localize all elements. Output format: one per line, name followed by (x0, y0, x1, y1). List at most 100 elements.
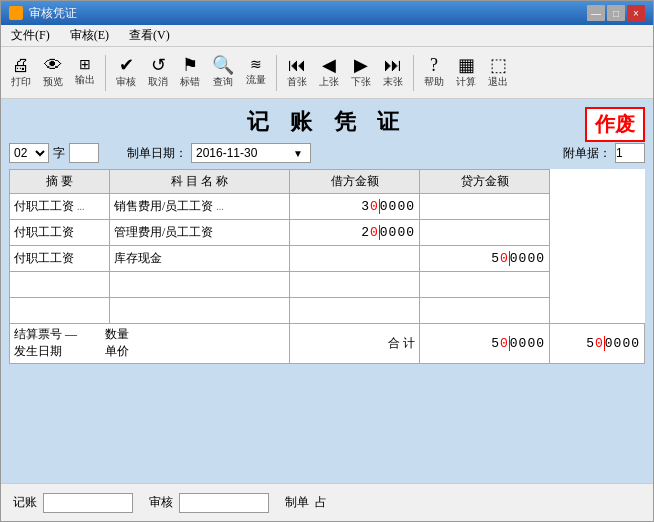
debit-cell: 300000 (290, 194, 420, 220)
footer-info-cell: 结算票号 — 发生日期 数量 单价 (10, 324, 290, 364)
voucher-title: 记 账 凭 证 (247, 107, 408, 137)
mark-error-button[interactable]: ⚑ 标错 (176, 54, 204, 91)
debit-cell: 200000 (290, 220, 420, 246)
zhidan-field: 制单 占 (285, 494, 327, 511)
title-bar: 审核凭证 — □ × (1, 1, 653, 25)
table-row (10, 298, 645, 324)
table-wrapper: 摘 要 科 目 名 称 借方金额 贷方金额 付职工工资 ... (9, 169, 645, 475)
total-credit-cell: 500000 (550, 324, 645, 364)
jie-dan-label: 结算票号 — (14, 326, 77, 343)
sep2 (276, 55, 277, 91)
summary-ellipsis[interactable]: ... (77, 201, 85, 212)
status-badge: 作废 (585, 107, 645, 142)
print-label: 打印 (11, 75, 31, 89)
menu-view[interactable]: 查看(V) (123, 26, 176, 45)
shenhei-field: 审核 (149, 493, 269, 513)
menu-audit[interactable]: 审核(E) (64, 26, 115, 45)
jizh-label: 记账 (13, 494, 37, 511)
debit-cell (290, 272, 420, 298)
debit-cell (290, 246, 420, 272)
prev-icon: ◀ (322, 56, 336, 74)
preview-icon: 👁 (44, 56, 62, 74)
debit-cell (290, 298, 420, 324)
cancel-icon: ↺ (151, 56, 166, 74)
subject-cell: 销售费用/员工工资 ... (110, 194, 290, 220)
window-title: 审核凭证 (29, 5, 77, 22)
credit-cell (420, 194, 550, 220)
first-button[interactable]: ⏮ 首张 (283, 54, 311, 91)
audit-label: 审核 (116, 75, 136, 89)
shuliang-label: 数量 (105, 326, 129, 343)
preview-label: 预览 (43, 75, 63, 89)
query-icon: 🔍 (212, 56, 234, 74)
jizh-field: 记账 (13, 493, 133, 513)
export-icon: ⊞ (79, 58, 91, 72)
bottom-bar: 记账 审核 制单 占 (1, 483, 653, 521)
audit-icon: ✔ (119, 56, 134, 74)
zhan-label: 占 (315, 494, 327, 511)
voucher-meta: 02 字 制单日期： ▼ 附单据： (9, 143, 645, 163)
content-area: 记 账 凭 证 作废 02 字 制单日期： ▼ 附单据： (1, 99, 653, 483)
mark-error-label: 标错 (180, 75, 200, 89)
voucher-num-input[interactable] (69, 143, 99, 163)
help-button[interactable]: ? 帮助 (420, 54, 448, 91)
subject-ellipsis[interactable]: ... (216, 201, 224, 212)
subject-cell (110, 272, 290, 298)
debit-amount: 200000 (361, 225, 415, 240)
calc-button[interactable]: ▦ 计算 (452, 54, 480, 91)
query-button[interactable]: 🔍 查询 (208, 54, 238, 91)
export-button[interactable]: ⊞ 输出 (71, 56, 99, 89)
print-button[interactable]: 🖨 打印 (7, 54, 35, 91)
table-row: 付职工工资 库存现金 500000 (10, 246, 645, 272)
credit-cell: 500000 (420, 246, 550, 272)
flow-icon: ≋ (250, 58, 262, 72)
prev-button[interactable]: ◀ 上张 (315, 54, 343, 91)
last-icon: ⏭ (384, 56, 402, 74)
exit-icon: ⬚ (490, 56, 507, 74)
hejie-label: 合 计 (388, 336, 415, 350)
toolbar: 🖨 打印 👁 预览 ⊞ 输出 ✔ 审核 ↺ 取消 ⚑ 标错 🔍 查询 ≋ (1, 47, 653, 99)
exit-button[interactable]: ⬚ 退出 (484, 54, 512, 91)
summary-cell: 付职工工资 ... (10, 194, 110, 220)
hejie-label-cell: 合 计 (290, 324, 420, 364)
summary-cell: 付职工工资 (10, 220, 110, 246)
help-icon: ? (430, 56, 438, 74)
maximize-button[interactable]: □ (607, 5, 625, 21)
print-icon: 🖨 (12, 56, 30, 74)
menu-file[interactable]: 文件(F) (5, 26, 56, 45)
credit-cell (420, 220, 550, 246)
debit-amount: 300000 (361, 199, 415, 214)
cancel-button[interactable]: ↺ 取消 (144, 54, 172, 91)
subject-cell: 库存现金 (110, 246, 290, 272)
first-icon: ⏮ (288, 56, 306, 74)
date-dropdown-icon[interactable]: ▼ (293, 148, 303, 159)
next-button[interactable]: ▶ 下张 (347, 54, 375, 91)
close-button[interactable]: × (627, 5, 645, 21)
credit-amount: 500000 (491, 251, 545, 266)
main-window: 审核凭证 — □ × 文件(F) 审核(E) 查看(V) 🖨 打印 👁 预览 ⊞… (0, 0, 654, 522)
summary-cell (10, 272, 110, 298)
table-row: 付职工工资 ... 销售费用/员工工资 ... 300000 (10, 194, 645, 220)
voucher-header: 记 账 凭 证 作废 (9, 107, 645, 137)
voucher-type-select[interactable]: 02 (9, 143, 49, 163)
subject-cell (110, 298, 290, 324)
flow-button[interactable]: ≋ 流量 (242, 56, 270, 89)
date-label: 制单日期： (127, 145, 187, 162)
sep1 (105, 55, 106, 91)
preview-button[interactable]: 👁 预览 (39, 54, 67, 91)
jizh-input[interactable] (43, 493, 133, 513)
first-label: 首张 (287, 75, 307, 89)
minimize-button[interactable]: — (587, 5, 605, 21)
subject-cell: 管理费用/员工工资 (110, 220, 290, 246)
jie-dan-value: — (65, 327, 77, 341)
audit-button[interactable]: ✔ 审核 (112, 54, 140, 91)
table-row: 付职工工资 管理费用/员工工资 200000 (10, 220, 645, 246)
col-header-subject: 科 目 名 称 (110, 170, 290, 194)
flow-label: 流量 (246, 73, 266, 87)
attachment-input[interactable] (615, 143, 645, 163)
total-debit: 500000 (491, 336, 545, 351)
last-button[interactable]: ⏭ 末张 (379, 54, 407, 91)
next-label: 下张 (351, 75, 371, 89)
cancel-label: 取消 (148, 75, 168, 89)
shenhei-input[interactable] (179, 493, 269, 513)
